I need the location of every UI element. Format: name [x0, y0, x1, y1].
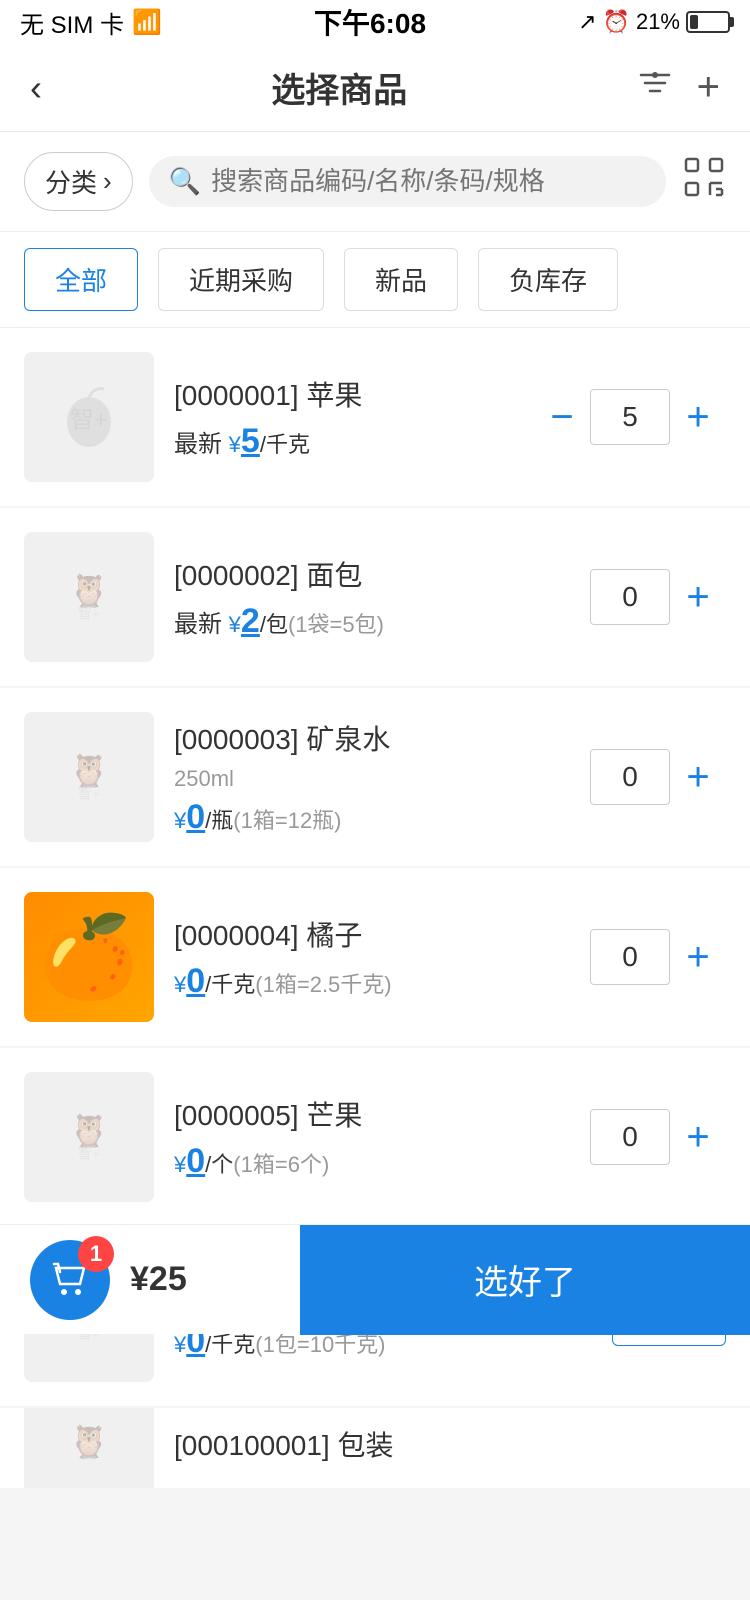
wifi-icon: 📶 [132, 8, 162, 37]
quantity-input[interactable] [590, 749, 670, 805]
search-input[interactable] [211, 166, 646, 197]
product-item: 🦉 智+ [0000003] 矿泉水 250ml ¥0/瓶(1箱=12瓶) + [0, 688, 750, 866]
confirm-button[interactable]: 选好了 [300, 1225, 750, 1335]
chevron-right-icon: › [103, 166, 112, 197]
quantity-control: − + [534, 389, 726, 445]
time-label: 下午6:08 [314, 2, 426, 42]
product-price: 最新 ¥5/千克 [174, 422, 514, 461]
increase-button[interactable]: + [670, 929, 726, 985]
battery-icon [686, 11, 730, 33]
product-image: 🦉 智+ [24, 1072, 154, 1202]
svg-text:🦉: 🦉 [69, 572, 109, 608]
nav-bar: ‹ 选择商品 + [0, 44, 750, 132]
tab-all[interactable]: 全部 [24, 248, 138, 311]
product-item: 智+ [0000001] 苹果 最新 ¥5/千克 − + [0, 328, 750, 506]
product-item: 🍊 [0000004] 橘子 ¥0/千克(1箱=2.5千克) + [0, 868, 750, 1046]
carrier-label: 无 SIM 卡 [20, 5, 124, 40]
svg-text:🦉: 🦉 [69, 752, 109, 788]
status-right: ↗ ⏰ 21% [578, 9, 730, 35]
product-price: 最新 ¥2/包(1袋=5包) [174, 602, 570, 641]
product-spec: 250ml [174, 766, 570, 792]
category-label: 分类 [45, 163, 97, 200]
tabs: 全部 近期采购 新品 负库存 [0, 232, 750, 328]
product-image: 🦉 智+ [24, 712, 154, 842]
svg-text:智+: 智+ [78, 605, 100, 621]
search-icon: 🔍 [169, 166, 201, 197]
product-info: [0000001] 苹果 最新 ¥5/千克 [174, 374, 514, 461]
increase-button[interactable]: + [670, 749, 726, 805]
quantity-control: + [590, 929, 726, 985]
product-name: [0000003] 矿泉水 [174, 718, 570, 758]
product-info: [0000004] 橘子 ¥0/千克(1箱=2.5千克) [174, 914, 570, 1001]
svg-text:智+: 智+ [78, 1145, 100, 1161]
product-name: [0000004] 橘子 [174, 914, 570, 954]
product-info: [000100001] 包装 [174, 1424, 726, 1472]
battery-label: 21% [636, 9, 680, 35]
location-icon: ↗ [578, 9, 596, 35]
add-button[interactable]: + [697, 65, 720, 110]
cart-badge: 1 [78, 1236, 114, 1272]
product-item-partial: 🦉 [000100001] 包装 [0, 1408, 750, 1488]
product-price: ¥0/千克(1箱=2.5千克) [174, 962, 570, 1001]
increase-button[interactable]: + [670, 389, 726, 445]
product-image: 🍊 [24, 892, 154, 1022]
search-input-wrap: 🔍 [149, 156, 666, 207]
nav-actions: + [637, 65, 720, 111]
cart-section: 1 ¥25 [0, 1240, 300, 1320]
product-name: [0000001] 苹果 [174, 374, 514, 414]
product-price: ¥0/个(1箱=6个) [174, 1142, 570, 1181]
bottom-bar: 1 ¥25 选好了 [0, 1224, 750, 1334]
filter-button[interactable] [637, 65, 673, 111]
product-name: [0000002] 面包 [174, 554, 570, 594]
svg-text:智+: 智+ [70, 406, 108, 433]
product-name: [000100001] 包装 [174, 1424, 726, 1464]
increase-button[interactable]: + [670, 569, 726, 625]
product-price: ¥0/瓶(1箱=12瓶) [174, 798, 570, 837]
product-item: 🦉 智+ [0000005] 芒果 ¥0/个(1箱=6个) + [0, 1048, 750, 1226]
status-bar: 无 SIM 卡 📶 下午6:08 ↗ ⏰ 21% [0, 0, 750, 44]
tab-negative[interactable]: 负库存 [478, 248, 618, 311]
quantity-input[interactable] [590, 389, 670, 445]
svg-text:智+: 智+ [78, 785, 100, 801]
status-left: 无 SIM 卡 📶 [20, 5, 162, 40]
cart-total: ¥25 [130, 1260, 187, 1299]
product-info: [0000003] 矿泉水 250ml ¥0/瓶(1箱=12瓶) [174, 718, 570, 837]
increase-button[interactable]: + [670, 1109, 726, 1165]
product-item: 🦉 智+ [0000002] 面包 最新 ¥2/包(1袋=5包) + [0, 508, 750, 686]
quantity-control: + [590, 749, 726, 805]
product-info: [0000005] 芒果 ¥0/个(1箱=6个) [174, 1094, 570, 1181]
svg-text:🦉: 🦉 [69, 1112, 109, 1148]
category-button[interactable]: 分类 › [24, 152, 133, 211]
back-button[interactable]: ‹ [30, 67, 42, 109]
page-title: 选择商品 [271, 63, 407, 112]
product-image: 🦉 智+ [24, 532, 154, 662]
quantity-input[interactable] [590, 1109, 670, 1165]
decrease-button[interactable]: − [534, 389, 590, 445]
search-bar: 分类 › 🔍 [0, 132, 750, 232]
product-info: [0000002] 面包 最新 ¥2/包(1袋=5包) [174, 554, 570, 641]
cart-button[interactable]: 1 [30, 1240, 110, 1320]
scan-button[interactable] [682, 155, 726, 209]
svg-text:🦉: 🦉 [69, 1423, 109, 1459]
quantity-input[interactable] [590, 929, 670, 985]
quantity-control: + [590, 569, 726, 625]
quantity-control: + [590, 1109, 726, 1165]
product-image: 智+ [24, 352, 154, 482]
product-image: 🦉 [24, 1408, 154, 1488]
tab-new[interactable]: 新品 [344, 248, 458, 311]
alarm-icon: ⏰ [603, 9, 630, 35]
tab-recent[interactable]: 近期采购 [158, 248, 324, 311]
quantity-input[interactable] [590, 569, 670, 625]
product-name: [0000005] 芒果 [174, 1094, 570, 1134]
